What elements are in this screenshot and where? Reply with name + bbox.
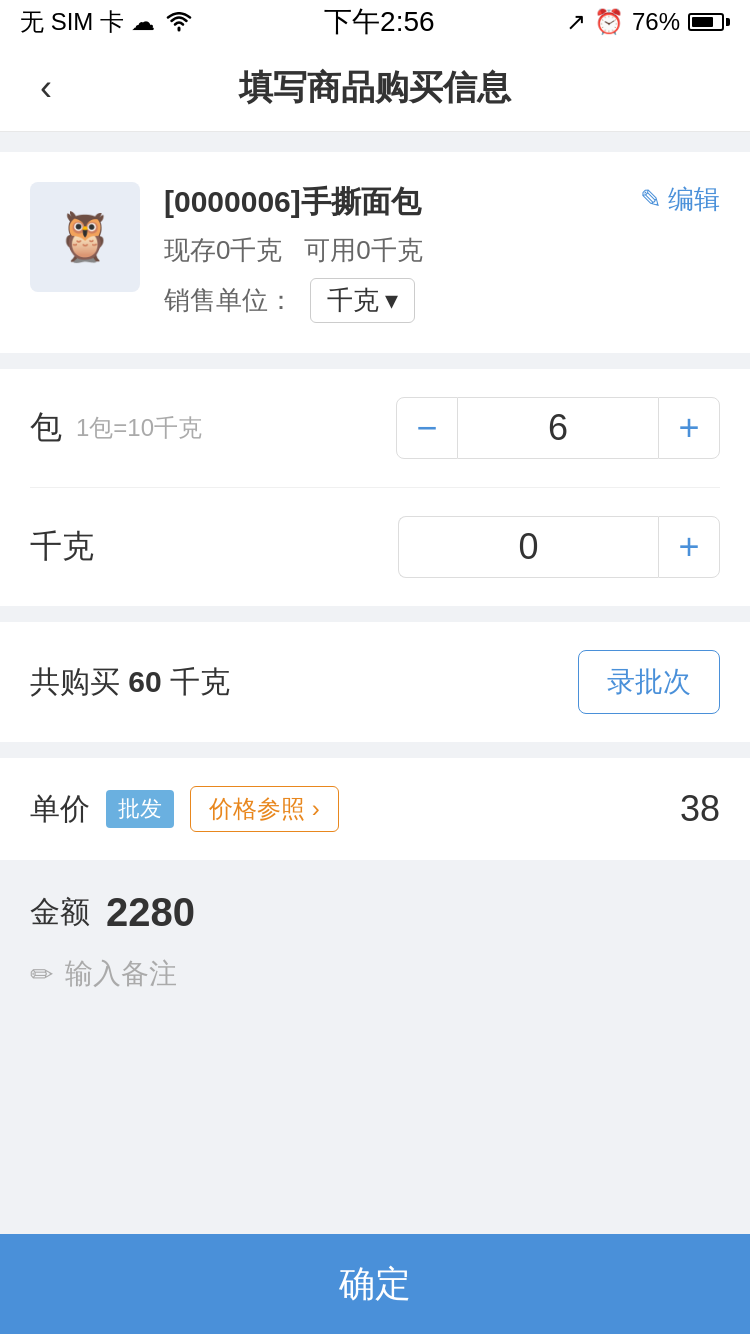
- back-button[interactable]: ‹: [30, 57, 62, 119]
- bag-minus-button[interactable]: −: [396, 397, 458, 459]
- product-info: [0000006]手撕面包 现存0千克 可用0千克 销售单位： 千克 ▾: [164, 182, 720, 323]
- pencil-icon: ✏: [30, 958, 53, 991]
- remark-label: 输入备注: [65, 955, 177, 993]
- kg-qty-input[interactable]: [398, 516, 658, 578]
- bag-quantity-row: 包 1包=10千克 − +: [30, 369, 720, 488]
- status-time: 下午2:56: [324, 3, 435, 41]
- page-title: 填写商品购买信息: [239, 65, 511, 111]
- kg-qty-control: +: [398, 516, 720, 578]
- status-left: 无 SIM 卡 ☁: [20, 6, 193, 38]
- amount-label: 金额: [30, 892, 90, 933]
- unit-select[interactable]: 千克 ▾: [310, 278, 415, 323]
- product-owl-icon: 🦉: [55, 209, 115, 265]
- chevron-down-icon: ▾: [385, 285, 398, 316]
- amount-value: 2280: [106, 890, 195, 935]
- product-name: [0000006]手撕面包: [164, 182, 720, 223]
- main-content: 🦉 [0000006]手撕面包 现存0千克 可用0千克 销售单位： 千克 ▾ ✎…: [0, 152, 750, 1113]
- bag-qty-control: − +: [396, 397, 720, 459]
- status-bar: 无 SIM 卡 ☁ 下午2:56 ↗ ⏰ 76%: [0, 0, 750, 44]
- kg-quantity-row: 千克 +: [30, 488, 720, 606]
- kg-label: 千克: [30, 525, 94, 569]
- status-right: ↗ ⏰ 76%: [566, 8, 730, 36]
- alarm-icon: ⏰: [594, 8, 624, 36]
- bag-plus-button[interactable]: +: [658, 397, 720, 459]
- batch-button[interactable]: 录批次: [578, 650, 720, 714]
- bag-hint: 1包=10千克: [76, 412, 202, 444]
- wifi-icon: [165, 12, 193, 32]
- battery-icon: [688, 13, 730, 31]
- battery-percent: 76%: [632, 8, 680, 36]
- amount-row: 金额 2280: [30, 890, 720, 935]
- bag-label: 包 1包=10千克: [30, 406, 202, 450]
- bag-qty-input[interactable]: [458, 397, 658, 459]
- product-stock: 现存0千克 可用0千克: [164, 233, 720, 268]
- sim-label: 无 SIM 卡 ☁: [20, 6, 155, 38]
- price-value: 38: [680, 788, 720, 830]
- direction-icon: ↗: [566, 8, 586, 36]
- summary-section: 共购买 60 千克 录批次: [0, 622, 750, 742]
- nav-bar: ‹ 填写商品购买信息: [0, 44, 750, 132]
- quantity-section: 包 1包=10千克 − + 千克 +: [0, 369, 750, 606]
- product-unit-row: 销售单位： 千克 ▾: [164, 278, 720, 323]
- product-card: 🦉 [0000006]手撕面包 现存0千克 可用0千克 销售单位： 千克 ▾ ✎…: [0, 152, 750, 353]
- summary-text: 共购买 60 千克: [30, 662, 230, 703]
- price-section: 单价 批发 价格参照 › 38: [0, 758, 750, 860]
- kg-plus-button[interactable]: +: [658, 516, 720, 578]
- edit-button[interactable]: ✎ 编辑: [640, 182, 720, 217]
- price-reference-button[interactable]: 价格参照 ›: [190, 786, 339, 832]
- product-thumbnail: 🦉: [30, 182, 140, 292]
- remark-row[interactable]: ✏ 输入备注: [30, 955, 720, 993]
- price-left: 单价 批发 价格参照 ›: [30, 786, 339, 832]
- price-label: 单价: [30, 789, 90, 830]
- price-row: 单价 批发 价格参照 › 38: [30, 786, 720, 832]
- edit-icon: ✎: [640, 184, 662, 215]
- price-tag: 批发: [106, 790, 174, 828]
- confirm-button[interactable]: 确定: [0, 1234, 750, 1334]
- amount-section: 金额 2280 ✏ 输入备注: [0, 860, 750, 1013]
